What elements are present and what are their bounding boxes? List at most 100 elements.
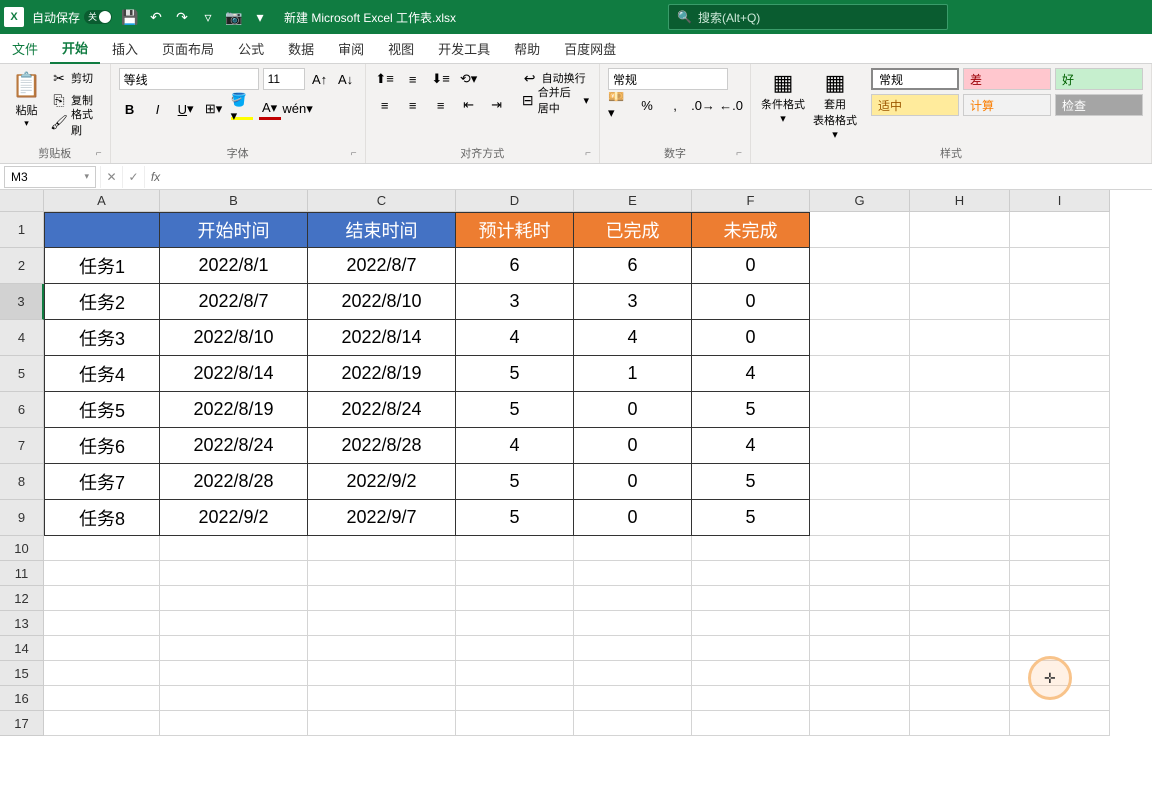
tab-插入[interactable]: 插入 bbox=[100, 34, 150, 64]
align-right-icon[interactable]: ≡ bbox=[430, 94, 452, 116]
cell-I5[interactable] bbox=[1010, 356, 1110, 392]
cell-H3[interactable] bbox=[910, 284, 1010, 320]
decrease-decimal-icon[interactable]: ←.0 bbox=[720, 94, 742, 116]
cut-button[interactable]: ✂剪切 bbox=[49, 68, 102, 88]
cell-I1[interactable] bbox=[1010, 212, 1110, 248]
fill-color-button[interactable]: 🪣▾ bbox=[231, 98, 253, 120]
redo-icon[interactable]: ↷ bbox=[174, 9, 190, 25]
cell-D10[interactable] bbox=[456, 536, 574, 561]
cell-G17[interactable] bbox=[810, 711, 910, 736]
tab-百度网盘[interactable]: 百度网盘 bbox=[552, 34, 628, 64]
cell-B15[interactable] bbox=[160, 661, 308, 686]
row-header-11[interactable]: 11 bbox=[0, 561, 44, 586]
cell-I15[interactable] bbox=[1010, 661, 1110, 686]
cell-G2[interactable] bbox=[810, 248, 910, 284]
indent-increase-icon[interactable]: ⇥ bbox=[486, 94, 508, 116]
cell-C10[interactable] bbox=[308, 536, 456, 561]
cell-E1[interactable]: 已完成 bbox=[574, 212, 692, 248]
style-calc[interactable]: 计算 bbox=[963, 94, 1051, 116]
undo-icon[interactable]: ↶ bbox=[148, 9, 164, 25]
bold-button[interactable]: B bbox=[119, 98, 141, 120]
tab-公式[interactable]: 公式 bbox=[226, 34, 276, 64]
cell-A6[interactable]: 任务5 bbox=[44, 392, 160, 428]
cell-A9[interactable]: 任务8 bbox=[44, 500, 160, 536]
cell-I12[interactable] bbox=[1010, 586, 1110, 611]
cell-F8[interactable]: 5 bbox=[692, 464, 810, 500]
style-bad[interactable]: 差 bbox=[963, 68, 1051, 90]
cell-C2[interactable]: 2022/8/7 bbox=[308, 248, 456, 284]
cell-E6[interactable]: 0 bbox=[574, 392, 692, 428]
cell-D16[interactable] bbox=[456, 686, 574, 711]
row-header-7[interactable]: 7 bbox=[0, 428, 44, 464]
cell-C3[interactable]: 2022/8/10 bbox=[308, 284, 456, 320]
cell-E14[interactable] bbox=[574, 636, 692, 661]
cell-I6[interactable] bbox=[1010, 392, 1110, 428]
style-good[interactable]: 好 bbox=[1055, 68, 1143, 90]
cell-A13[interactable] bbox=[44, 611, 160, 636]
cell-B9[interactable]: 2022/9/2 bbox=[160, 500, 308, 536]
cell-B14[interactable] bbox=[160, 636, 308, 661]
cell-G16[interactable] bbox=[810, 686, 910, 711]
cell-A2[interactable]: 任务1 bbox=[44, 248, 160, 284]
cell-F17[interactable] bbox=[692, 711, 810, 736]
cell-I4[interactable] bbox=[1010, 320, 1110, 356]
cell-C11[interactable] bbox=[308, 561, 456, 586]
cell-A12[interactable] bbox=[44, 586, 160, 611]
cell-H13[interactable] bbox=[910, 611, 1010, 636]
cell-D12[interactable] bbox=[456, 586, 574, 611]
cell-D15[interactable] bbox=[456, 661, 574, 686]
cell-I11[interactable] bbox=[1010, 561, 1110, 586]
tab-页面布局[interactable]: 页面布局 bbox=[150, 34, 226, 64]
font-size-select[interactable] bbox=[263, 68, 305, 90]
cell-F7[interactable]: 4 bbox=[692, 428, 810, 464]
cell-A16[interactable] bbox=[44, 686, 160, 711]
cell-C12[interactable] bbox=[308, 586, 456, 611]
style-normal[interactable]: 常规 bbox=[871, 68, 959, 90]
comma-icon[interactable]: , bbox=[664, 94, 686, 116]
cell-H9[interactable] bbox=[910, 500, 1010, 536]
cell-I2[interactable] bbox=[1010, 248, 1110, 284]
row-header-14[interactable]: 14 bbox=[0, 636, 44, 661]
cell-H11[interactable] bbox=[910, 561, 1010, 586]
cell-E16[interactable] bbox=[574, 686, 692, 711]
spreadsheet-grid[interactable]: ABCDEFGHI1开始时间结束时间预计耗时已完成未完成2任务12022/8/1… bbox=[0, 190, 1152, 736]
cell-A10[interactable] bbox=[44, 536, 160, 561]
cancel-icon[interactable]: ✕ bbox=[100, 166, 122, 188]
cell-B6[interactable]: 2022/8/19 bbox=[160, 392, 308, 428]
cell-A1[interactable] bbox=[44, 212, 160, 248]
col-header-C[interactable]: C bbox=[308, 190, 456, 212]
cell-H4[interactable] bbox=[910, 320, 1010, 356]
cell-D13[interactable] bbox=[456, 611, 574, 636]
cell-F4[interactable]: 0 bbox=[692, 320, 810, 356]
cell-B4[interactable]: 2022/8/10 bbox=[160, 320, 308, 356]
cell-E15[interactable] bbox=[574, 661, 692, 686]
orientation-icon[interactable]: ⟲▾ bbox=[458, 68, 480, 90]
cell-E13[interactable] bbox=[574, 611, 692, 636]
cell-E3[interactable]: 3 bbox=[574, 284, 692, 320]
cell-E12[interactable] bbox=[574, 586, 692, 611]
cell-B17[interactable] bbox=[160, 711, 308, 736]
name-box[interactable]: M3▾ bbox=[4, 166, 96, 188]
cell-G15[interactable] bbox=[810, 661, 910, 686]
cell-A3[interactable]: 任务2 bbox=[44, 284, 160, 320]
cell-I3[interactable] bbox=[1010, 284, 1110, 320]
cell-E9[interactable]: 0 bbox=[574, 500, 692, 536]
cell-G12[interactable] bbox=[810, 586, 910, 611]
conditional-format-button[interactable]: ▦条件格式▾ bbox=[759, 68, 807, 127]
font-name-select[interactable] bbox=[119, 68, 259, 90]
cell-H5[interactable] bbox=[910, 356, 1010, 392]
cell-C9[interactable]: 2022/9/7 bbox=[308, 500, 456, 536]
paste-button[interactable]: 📋 粘贴 ▾ bbox=[8, 68, 45, 132]
cell-H12[interactable] bbox=[910, 586, 1010, 611]
row-header-10[interactable]: 10 bbox=[0, 536, 44, 561]
cell-G7[interactable] bbox=[810, 428, 910, 464]
cell-H7[interactable] bbox=[910, 428, 1010, 464]
cell-I9[interactable] bbox=[1010, 500, 1110, 536]
cell-C16[interactable] bbox=[308, 686, 456, 711]
cell-C1[interactable]: 结束时间 bbox=[308, 212, 456, 248]
cell-C7[interactable]: 2022/8/28 bbox=[308, 428, 456, 464]
row-header-5[interactable]: 5 bbox=[0, 356, 44, 392]
save-icon[interactable]: 💾 bbox=[122, 9, 138, 25]
underline-button[interactable]: U▾ bbox=[175, 98, 197, 120]
merge-button[interactable]: ⊟合并后居中▾ bbox=[520, 90, 591, 110]
